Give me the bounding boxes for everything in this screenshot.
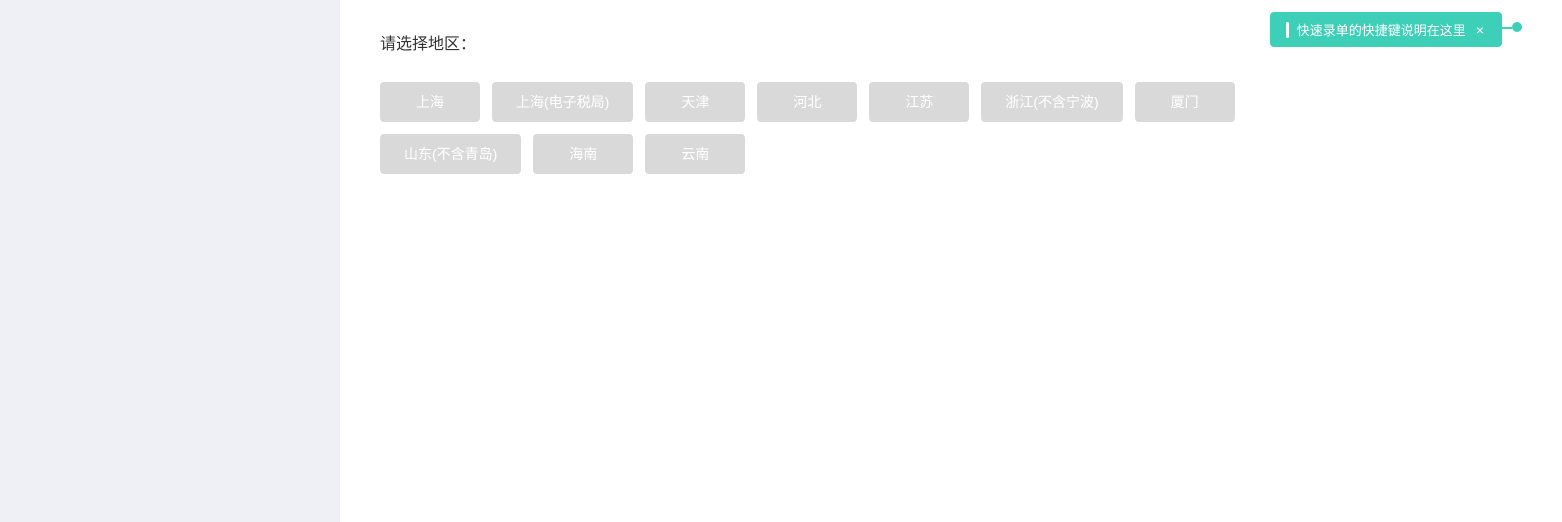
tooltip-connector-dot [1512,22,1522,32]
region-button-xiamen[interactable]: 厦门 [1135,82,1235,122]
region-button-hebei[interactable]: 河北 [757,82,857,122]
tooltip-connector-line [1494,27,1512,29]
region-button-shanghai[interactable]: 上海 [380,82,480,122]
region-button-hainan[interactable]: 海南 [533,134,633,174]
region-button-shandong[interactable]: 山东(不含青岛) [380,134,521,174]
region-button-shanghai-e[interactable]: 上海(电子税局) [492,82,633,122]
tooltip-bar [1286,22,1289,38]
region-button-jiangsu[interactable]: 江苏 [869,82,969,122]
tooltip-text: 快速录单的快捷键说明在这里 [1297,20,1466,39]
main-content: 请选择地区： 上海上海(电子税局)天津河北江苏浙江(不含宁波)厦门 山东(不含青… [340,0,1562,522]
region-buttons-row-2: 山东(不含青岛) 海南云南 [380,134,1522,174]
tooltip-close-button[interactable]: × [1474,22,1486,38]
sidebar [0,0,340,522]
tooltip-banner: 快速录单的快捷键说明在这里 × [1270,12,1502,47]
region-button-yunnan[interactable]: 云南 [645,134,745,174]
region-button-tianjin[interactable]: 天津 [645,82,745,122]
region-buttons-row-1: 上海上海(电子税局) 天津河北江苏浙江(不含宁波) 厦门 [380,82,1522,122]
region-button-zhejiang[interactable]: 浙江(不含宁波) [981,82,1122,122]
